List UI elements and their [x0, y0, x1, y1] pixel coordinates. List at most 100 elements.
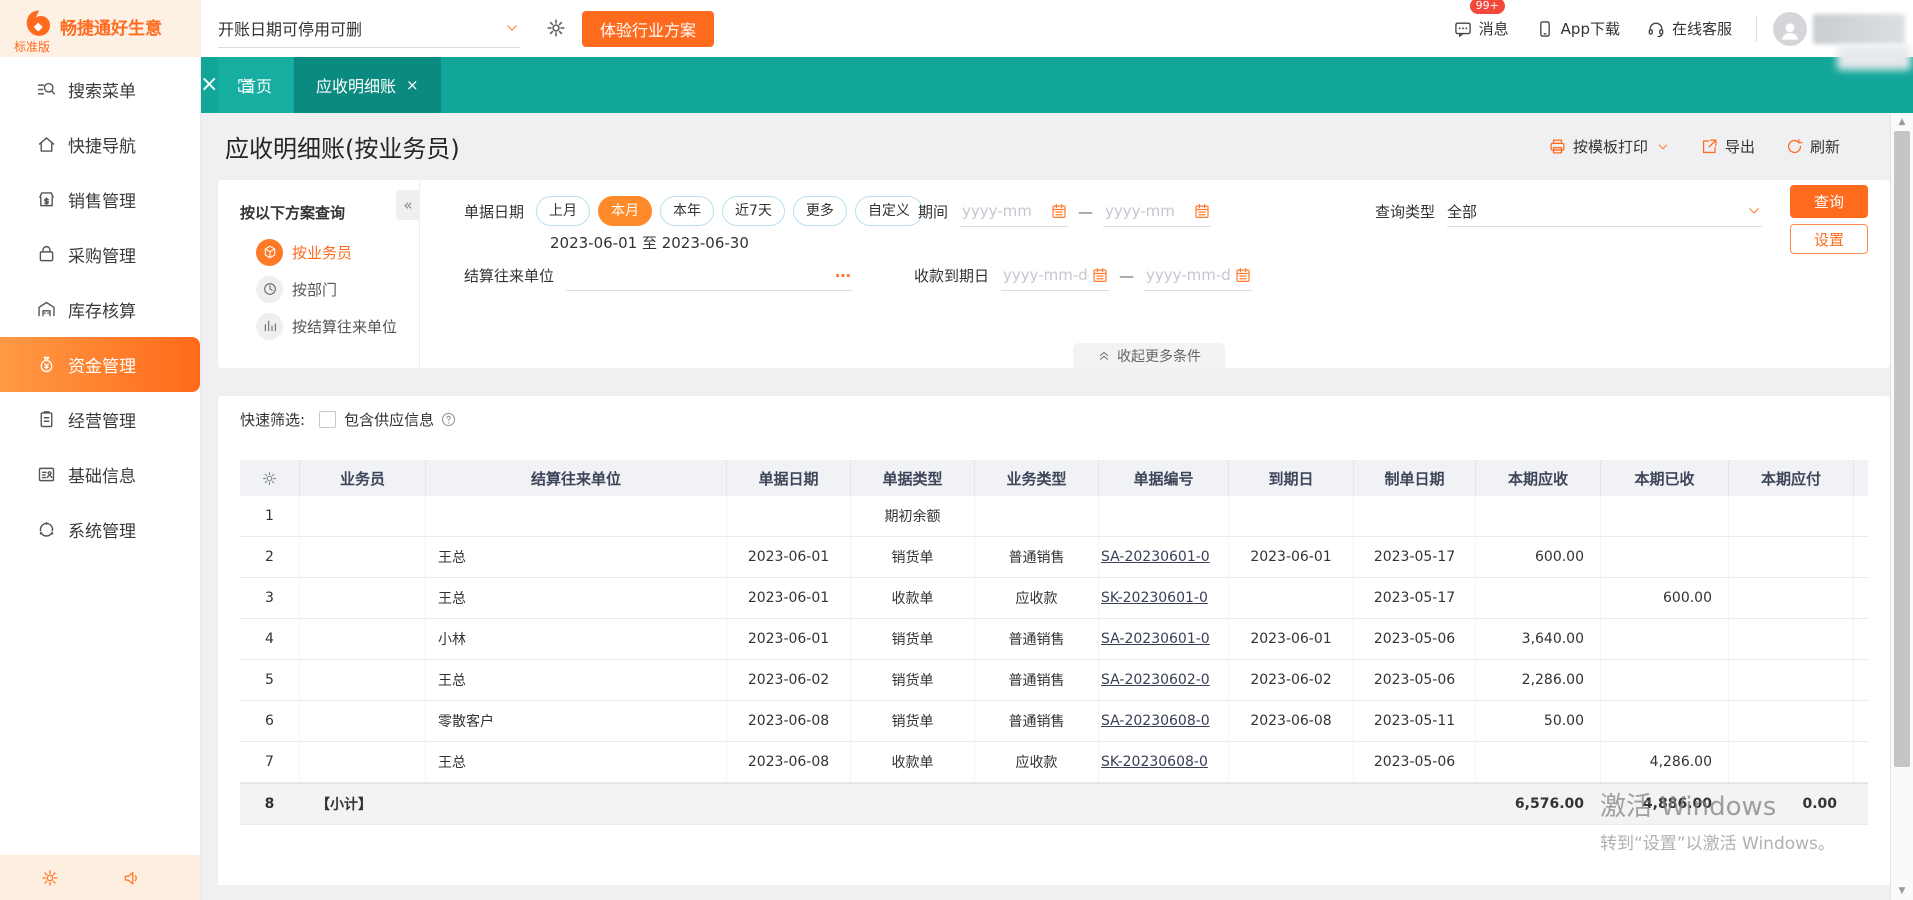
range-dash: —	[1119, 266, 1135, 285]
scheme-item[interactable]: 按部门	[256, 274, 419, 304]
cell-doc-no: SK-20230608-0	[1099, 742, 1229, 782]
date-pill[interactable]: 本年	[660, 196, 715, 226]
cell-receivable: 3,640.00	[1476, 619, 1601, 659]
help-icon[interactable]	[440, 411, 457, 428]
sidebar-item[interactable]: 经营管理	[0, 392, 200, 447]
doc-no-link[interactable]: SA-20230602-0	[1101, 672, 1210, 688]
query-type-select[interactable]: 全部	[1447, 196, 1763, 227]
query-scheme-panel: 按以下方案查询 按业务员 按部门 按结算往来单位	[218, 180, 420, 368]
cell-doc-type: 收款单	[851, 742, 975, 782]
calendar-icon[interactable]	[1234, 266, 1252, 284]
refresh-button[interactable]: 刷新	[1785, 136, 1840, 157]
counterparty-input[interactable]	[566, 265, 836, 285]
cell-receivable: 50.00	[1476, 701, 1601, 741]
avatar[interactable]	[1773, 11, 1807, 46]
cell-make-date	[1354, 784, 1476, 824]
app-download-button[interactable]: App下载	[1535, 18, 1620, 39]
search-button[interactable]: 查询	[1790, 185, 1868, 218]
sidebar-item[interactable]: 销售管理	[0, 172, 200, 227]
settings-gear-icon[interactable]	[40, 868, 60, 888]
print-by-template-button[interactable]: 按模板打印	[1548, 136, 1670, 157]
account-set-dropdown[interactable]: 开账日期可停用可删	[218, 9, 520, 48]
date-pill[interactable]: 上月	[536, 196, 591, 226]
period-from-input[interactable]	[960, 201, 1051, 221]
doc-no-link[interactable]: SA-20230608-0	[1101, 713, 1210, 729]
topbar: 开账日期可停用可删 体验行业方案 99+ 消息 App下载 在线客服	[200, 0, 1913, 70]
scrollbar-thumb[interactable]	[1894, 131, 1910, 767]
fullscreen-icon[interactable]	[236, 77, 253, 94]
headset-icon	[1646, 19, 1666, 39]
online-service-button[interactable]: 在线客服	[1646, 18, 1732, 39]
blurred-username-shadow	[1837, 45, 1911, 70]
vertical-scrollbar[interactable]: ▲ ▼	[1890, 113, 1913, 900]
sidebar-item[interactable]: 基础信息	[0, 447, 200, 502]
export-button[interactable]: 导出	[1700, 136, 1755, 157]
cell-salesperson	[300, 619, 426, 659]
cell-doc-date	[727, 496, 851, 536]
doc-no-link[interactable]: SK-20230608-0	[1101, 754, 1208, 770]
message-bubble-icon	[1453, 19, 1473, 39]
sidebar-item-icon	[36, 519, 57, 540]
app-download-label: App下载	[1560, 20, 1620, 38]
column-header: 本期应付	[1729, 460, 1854, 496]
close-all-icon[interactable]: ×	[200, 74, 218, 96]
cell-row-number: 5	[240, 660, 300, 700]
doc-no-link[interactable]: SK-20230601-0	[1101, 590, 1208, 606]
doc-no-link[interactable]: SA-20230601-0	[1101, 549, 1210, 565]
sidebar-item[interactable]: 库存核算	[0, 282, 200, 337]
doc-no-link[interactable]: SA-20230601-0	[1101, 631, 1210, 647]
counterparty-picker-button[interactable]: ⋯	[835, 266, 852, 285]
cell-biz-type: 普通销售	[975, 619, 1099, 659]
messages-button[interactable]: 99+ 消息	[1453, 0, 1509, 39]
due-from-input[interactable]	[1001, 265, 1092, 285]
scheme-item[interactable]: 按业务员	[256, 237, 419, 267]
sidebar-item[interactable]: 采购管理	[0, 227, 200, 282]
announcement-speaker-icon[interactable]	[122, 868, 142, 888]
calendar-icon[interactable]	[1050, 202, 1068, 220]
scheme-item[interactable]: 按结算往来单位	[256, 311, 419, 341]
chevron-down-icon[interactable]	[1656, 140, 1670, 154]
sidebar-item[interactable]: 搜索菜单	[0, 62, 200, 117]
include-supply-checkbox[interactable]	[319, 410, 337, 428]
include-supply-label: 包含供应信息	[344, 410, 435, 429]
cell-salesperson	[300, 578, 426, 618]
topbar-settings-button[interactable]	[544, 17, 568, 41]
sidebar-item[interactable]: 资金管理	[0, 337, 200, 392]
date-pill[interactable]: 本月	[598, 196, 653, 226]
cell-row-number: 8	[240, 784, 300, 824]
column-header: 到期日	[1229, 460, 1354, 496]
cell-received: 4,286.00	[1601, 742, 1729, 782]
page-toolbar: 按模板打印 导出 刷新	[1548, 136, 1840, 157]
column-settings-gear-icon[interactable]	[240, 460, 300, 496]
scroll-down-arrow[interactable]: ▼	[1891, 886, 1913, 896]
table-row: 5 王总 2023-06-02 销货单 普通销售 SA-20230602-0 2…	[240, 660, 1868, 701]
cell-row-number: 1	[240, 496, 300, 536]
due-date-label: 收款到期日	[914, 267, 990, 285]
cell-doc-no: SA-20230601-0	[1099, 537, 1229, 577]
calendar-icon[interactable]	[1091, 266, 1109, 284]
period-filter: 期间 —	[918, 196, 1212, 227]
cell-received	[1601, 496, 1729, 536]
settings-button[interactable]: 设置	[1790, 224, 1868, 254]
ledger-table: 业务员 结算往来单位 单据日期 单据类型 业务类型 单据编号 到期日 制单日期	[240, 460, 1868, 825]
scheme-item-icon	[256, 275, 283, 303]
sidebar-item-label: 经营管理	[68, 412, 136, 432]
scroll-up-arrow[interactable]: ▲	[1891, 117, 1913, 127]
trial-solution-button[interactable]: 体验行业方案	[582, 10, 715, 47]
brand-name: 畅捷通好生意	[60, 19, 162, 39]
date-pill[interactable]: 自定义	[854, 196, 923, 226]
collapse-more-conditions-button[interactable]: 收起更多条件	[1073, 343, 1225, 368]
date-pill[interactable]: 近7天	[722, 196, 785, 226]
sidebar-item-icon	[36, 409, 57, 430]
sidebar-item[interactable]: 系统管理	[0, 502, 200, 557]
calendar-icon[interactable]	[1193, 202, 1211, 220]
due-to-input[interactable]	[1144, 265, 1235, 285]
cell-make-date: 2023-05-06	[1354, 660, 1476, 700]
period-to-input[interactable]	[1103, 201, 1194, 221]
sidebar-item-label: 库存核算	[68, 302, 136, 322]
date-pill[interactable]: 更多	[792, 196, 847, 226]
collapse-scheme-panel-button[interactable]: «	[396, 190, 420, 220]
username-area[interactable]	[1807, 13, 1911, 70]
sidebar-item[interactable]: 快捷导航	[0, 117, 200, 172]
cell-row-number: 7	[240, 742, 300, 782]
